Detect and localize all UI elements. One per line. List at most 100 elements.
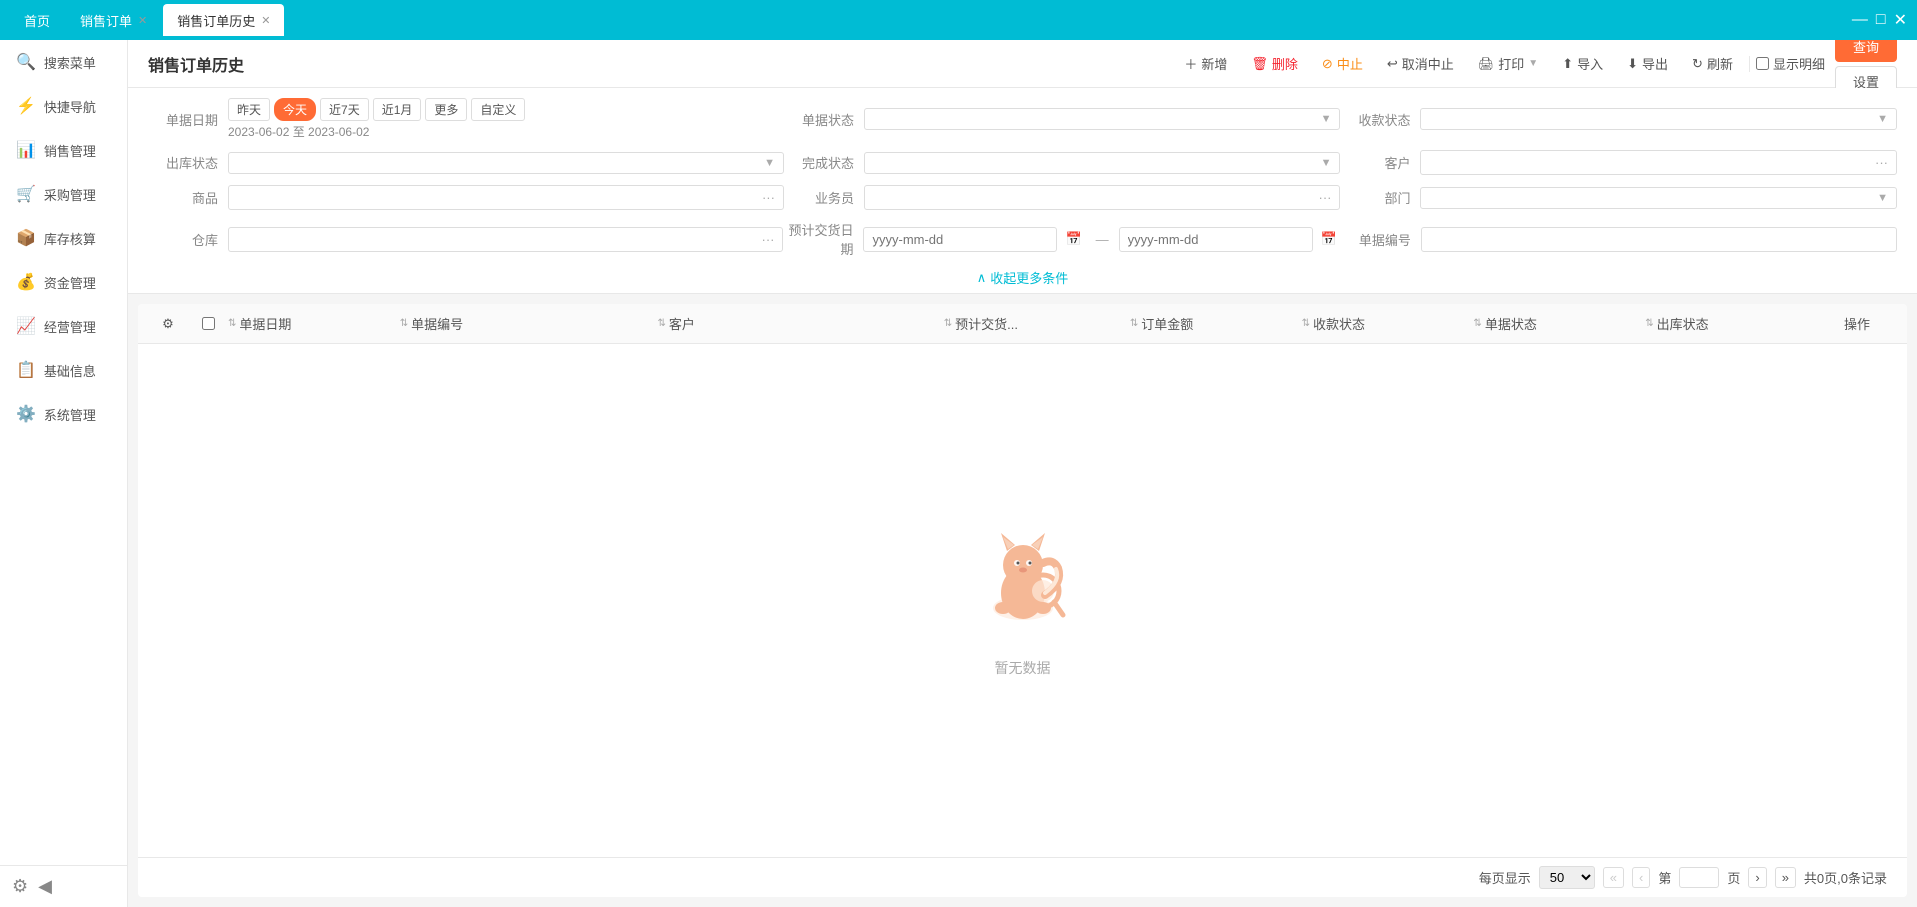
table-area: ⚙ ⇅ 单据日期 ⇅ 单据编号 ⇅ 客户 ⇅ — [138, 304, 1907, 897]
date-btn-1month[interactable]: 近1月 — [373, 98, 422, 121]
maximize-icon[interactable]: □ — [1876, 11, 1886, 29]
main-layout: 🔍 搜索菜单 ⚡ 快捷导航 📊 销售管理 🛒 采购管理 📦 库存核算 💰 资金管… — [0, 40, 1917, 907]
quick-nav-icon: ⚡ — [16, 96, 36, 116]
per-page-select[interactable]: 50 10 20 100 — [1539, 866, 1595, 889]
product-field[interactable]: ··· — [228, 185, 784, 210]
select-all-checkbox[interactable] — [202, 317, 215, 330]
col-settings[interactable]: ⚙ — [148, 316, 188, 332]
show-detail-text: 显示明细 — [1773, 54, 1825, 73]
query-button[interactable]: 查询 — [1835, 40, 1897, 62]
pay-status-select[interactable]: ▼ — [1420, 108, 1897, 130]
bill-no-control — [1421, 227, 1897, 252]
stop-button[interactable]: ⊘ 中止 — [1312, 49, 1373, 78]
col-date-label: 单据日期 — [239, 314, 291, 333]
next-page-button[interactable]: › — [1748, 867, 1766, 888]
date-btn-more[interactable]: 更多 — [425, 98, 467, 121]
col-bill-status-label: 单据状态 — [1485, 314, 1537, 333]
out-status-control: ▼ — [228, 152, 784, 174]
salesperson-field[interactable]: ··· — [864, 185, 1341, 210]
product-label: 商品 — [148, 188, 228, 207]
show-detail-checkbox[interactable] — [1756, 57, 1769, 70]
tab-sales-order[interactable]: 销售订单 ✕ — [66, 4, 161, 36]
sidebar-item-operations[interactable]: 📈 经营管理 — [0, 304, 127, 348]
date-range-text: 2023-06-02 至 2023-06-02 — [228, 123, 369, 140]
complete-status-arrow-icon: ▼ — [1321, 157, 1332, 169]
tab-bar: 首页 销售订单 ✕ 销售订单历史 ✕ — [10, 4, 1852, 36]
warehouse-label: 仓库 — [148, 230, 228, 249]
empty-state: 暂无数据 — [923, 483, 1123, 718]
print-button[interactable]: 🖨 打印 ▼ — [1468, 49, 1548, 78]
first-page-button[interactable]: « — [1603, 867, 1624, 888]
calendar-to-icon[interactable]: 📅 — [1321, 231, 1337, 247]
minimize-icon[interactable]: — — [1852, 11, 1868, 29]
delivery-date-to[interactable] — [1119, 227, 1313, 252]
close-tab-sales-order-icon[interactable]: ✕ — [138, 14, 147, 27]
warehouse-field[interactable]: ··· — [228, 227, 783, 252]
cancel-stop-button[interactable]: ↩ 取消中止 — [1377, 49, 1464, 78]
bill-status-select[interactable]: ▼ — [864, 108, 1341, 130]
customer-control: ··· — [1420, 150, 1897, 175]
dept-label: 部门 — [1340, 188, 1420, 207]
table-header: ⚙ ⇅ 单据日期 ⇅ 单据编号 ⇅ 客户 ⇅ — [138, 304, 1907, 344]
complete-status-select[interactable]: ▼ — [864, 152, 1341, 174]
customer-field[interactable]: ··· — [1420, 150, 1897, 175]
bill-status-label: 单据状态 — [784, 110, 864, 129]
tab-sales-order-history[interactable]: 销售订单历史 ✕ — [163, 4, 284, 36]
delivery-date-control: 📅 — 📅 — [863, 227, 1340, 252]
collapse-sidebar-icon[interactable]: ◀ — [38, 876, 52, 897]
date-filter-control: 昨天 今天 近7天 近1月 更多 自定义 2023-06-02 至 2023-0… — [228, 98, 784, 140]
window-close-icon[interactable]: ✕ — [1894, 10, 1907, 30]
import-label: 导入 — [1577, 54, 1603, 73]
out-status-select[interactable]: ▼ — [228, 152, 784, 174]
prev-page-button[interactable]: ‹ — [1632, 867, 1650, 888]
date-separator: — — [1090, 232, 1115, 247]
page-title: 销售订单历史 — [148, 52, 244, 76]
sales-icon: 📊 — [16, 140, 36, 160]
warehouse-control: ··· — [228, 227, 783, 252]
salesperson-control: ··· — [864, 185, 1341, 210]
sidebar-item-basic-info[interactable]: 📋 基础信息 — [0, 348, 127, 392]
date-btn-custom[interactable]: 自定义 — [471, 98, 525, 121]
delivery-date-label: 预计交货日期 — [783, 220, 863, 258]
current-page-input[interactable]: 1 — [1679, 867, 1719, 888]
sidebar-item-sales[interactable]: 📊 销售管理 — [0, 128, 127, 172]
new-button[interactable]: ＋ 新增 — [1174, 49, 1237, 78]
filter-row-1: 单据日期 昨天 今天 近7天 近1月 更多 自定义 2023-06-02 至 2… — [148, 98, 1897, 140]
page-label: 页 — [1727, 868, 1740, 887]
export-button[interactable]: ⬇ 导出 — [1617, 49, 1678, 78]
refresh-button[interactable]: ↻ 刷新 — [1682, 49, 1743, 78]
date-btn-7days[interactable]: 近7天 — [320, 98, 369, 121]
col-check[interactable] — [188, 317, 228, 330]
stop-icon: ⊘ — [1322, 56, 1333, 72]
tab-home[interactable]: 首页 — [10, 4, 64, 36]
import-button[interactable]: ⬆ 导入 — [1552, 49, 1613, 78]
bill-no-input[interactable] — [1421, 227, 1897, 252]
sidebar-item-purchase[interactable]: 🛒 采购管理 — [0, 172, 127, 216]
delivery-date-from[interactable] — [863, 227, 1057, 252]
sidebar-item-operations-label: 经营管理 — [44, 317, 96, 336]
date-btn-today[interactable]: 今天 — [274, 98, 316, 121]
dept-select[interactable]: ▼ — [1420, 187, 1897, 209]
filter-row-3: 商品 ··· 业务员 ··· 部门 ▼ — [148, 185, 1897, 210]
col-customer: ⇅ 客户 — [657, 314, 943, 333]
filter-section: 单据日期 昨天 今天 近7天 近1月 更多 自定义 2023-06-02 至 2… — [128, 88, 1917, 294]
page-header: 销售订单历史 ＋ 新增 🗑 删除 ⊘ 中止 ↩ 取消中止 — [128, 40, 1917, 88]
delete-label: 删除 — [1272, 54, 1298, 73]
calendar-from-icon[interactable]: 📅 — [1065, 231, 1081, 247]
date-btn-yesterday[interactable]: 昨天 — [228, 98, 270, 121]
sidebar-item-purchase-label: 采购管理 — [44, 185, 96, 204]
sidebar-item-finance[interactable]: 💰 资金管理 — [0, 260, 127, 304]
delete-icon: 🗑 — [1251, 56, 1268, 72]
col-num-label: 单据编号 — [411, 314, 463, 333]
sidebar-item-quick-nav[interactable]: ⚡ 快捷导航 — [0, 84, 127, 128]
page-label-pre: 第 — [1658, 868, 1671, 887]
collapse-more[interactable]: ∧ 收起更多条件 — [148, 268, 1897, 287]
sidebar-item-search-menu[interactable]: 🔍 搜索菜单 — [0, 40, 127, 84]
close-tab-sales-order-history-icon[interactable]: ✕ — [261, 14, 270, 27]
sort-icon-num: ⇅ — [400, 318, 408, 329]
delete-button[interactable]: 🗑 删除 — [1241, 49, 1308, 78]
sidebar-item-system[interactable]: ⚙️ 系统管理 — [0, 392, 127, 436]
last-page-button[interactable]: » — [1775, 867, 1796, 888]
settings-bottom-icon[interactable]: ⚙ — [12, 876, 28, 897]
sidebar-item-inventory[interactable]: 📦 库存核算 — [0, 216, 127, 260]
